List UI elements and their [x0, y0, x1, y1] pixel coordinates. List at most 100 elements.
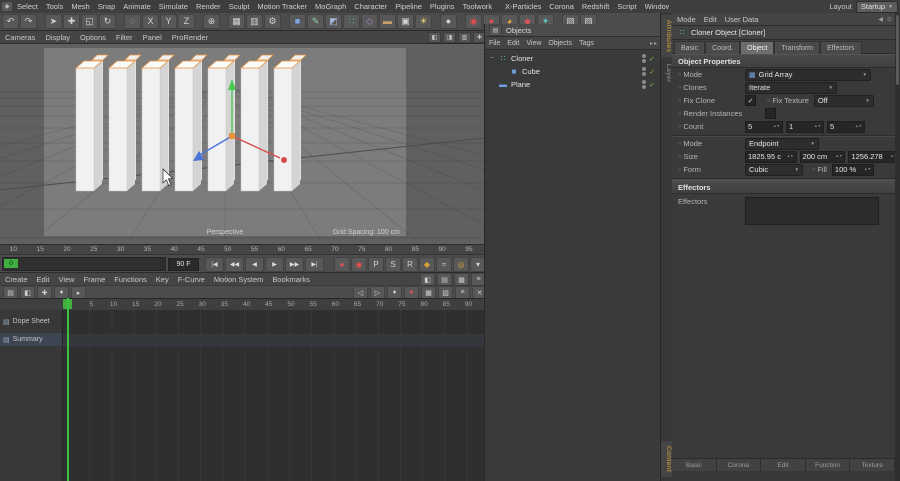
form-dropdown[interactable]: Cubic▼ [745, 164, 803, 176]
count-x-field[interactable]: 5▲▼ [745, 121, 783, 133]
frame-slider[interactable]: 0 [2, 257, 166, 271]
render-view-icon[interactable]: ▦ [228, 14, 245, 29]
render-instances-checkbox[interactable] [765, 108, 776, 119]
visibility-dots[interactable] [642, 80, 646, 89]
viewport-menu-item[interactable]: Display [45, 33, 70, 42]
redo-icon[interactable]: ↷ [20, 14, 37, 29]
menubar-item[interactable]: MoGraph [311, 2, 350, 11]
timeline-menu-item[interactable]: Bookmarks [272, 275, 310, 284]
render-picture-viewer-icon[interactable]: ▥ [246, 14, 263, 29]
key-pla-toggle[interactable]: ≈ [436, 257, 452, 272]
material-icon[interactable]: ● [440, 14, 457, 29]
attr-tab-object[interactable]: Object [740, 41, 774, 54]
menubar-item[interactable]: Snap [94, 2, 120, 11]
tree-item-plane[interactable]: ▬ Plane ✓ [485, 78, 661, 91]
mograph-icon[interactable]: ∷ [343, 14, 360, 29]
prev-frame-button[interactable]: ◀ [245, 257, 264, 272]
spline-pen-icon[interactable]: ✎ [307, 14, 324, 29]
mode-dropdown[interactable]: ▦ Grid Array▼ [745, 69, 871, 81]
timeline-menu-item[interactable]: Functions [114, 275, 147, 284]
mode2-dropdown[interactable]: Endpoint▼ [745, 138, 819, 150]
object-menu-item[interactable]: View [526, 40, 541, 47]
timeline-menu-item[interactable]: View [58, 275, 74, 284]
anim-dot[interactable]: ○ [678, 141, 681, 147]
timeline-menu-item[interactable]: Motion System [214, 275, 264, 284]
track-summary[interactable]: ▤ Summary [0, 333, 62, 346]
timeline-menu-item[interactable]: Frame [84, 275, 106, 284]
play-button[interactable]: ▶ [265, 257, 284, 272]
menu-overflow-icon[interactable]: ▸▸ [650, 40, 658, 47]
attribute-menu-item[interactable]: User Data [725, 15, 759, 24]
autokey-button[interactable]: ◉ [351, 257, 367, 272]
menubar-item[interactable]: Redshift [578, 2, 614, 11]
undo-icon[interactable]: ↶ [2, 14, 19, 29]
menubar-item[interactable]: Window [641, 2, 669, 11]
menubar-item[interactable]: Sculpt [225, 2, 254, 11]
goto-end-button[interactable]: ▶| [305, 257, 324, 272]
timeline-menu-item[interactable]: F-Curve [178, 275, 205, 284]
section-effectors[interactable]: Effectors [672, 180, 900, 194]
viewport-menu-item[interactable]: Panel [143, 33, 162, 42]
floor-icon[interactable]: ▬ [379, 14, 396, 29]
tree-item-cloner[interactable]: − ∷ Cloner ✓ [485, 52, 661, 65]
scrollbar-thumb[interactable] [896, 15, 899, 85]
view-split-icon[interactable]: ◨ [443, 32, 456, 43]
bottom-tab[interactable]: Corona [717, 459, 762, 471]
scale-icon[interactable]: ◱ [81, 14, 98, 29]
viewport-menu-item[interactable]: Options [80, 33, 106, 42]
subdivision-surface-icon[interactable]: ◩ [325, 14, 342, 29]
anim-dot[interactable]: ○ [812, 167, 815, 173]
next-frame-button[interactable]: ▶▶ [285, 257, 304, 272]
side-tab-content[interactable]: Content [661, 441, 672, 477]
enable-check-icon[interactable]: ✓ [649, 81, 655, 89]
menubar-item[interactable]: Pipeline [391, 2, 426, 11]
anim-dot[interactable]: ○ [678, 85, 681, 91]
anim-dot[interactable]: ○ [678, 167, 681, 173]
deformer-icon[interactable]: ◇ [361, 14, 378, 29]
menubar-item[interactable]: Tools [42, 2, 68, 11]
menubar-item[interactable]: Animate [119, 2, 155, 11]
side-tab-layer[interactable]: Layer [661, 59, 672, 88]
anim-dot[interactable]: ○ [678, 98, 681, 104]
key-position-toggle[interactable]: P [368, 257, 384, 272]
light-icon[interactable]: ☀ [415, 14, 432, 29]
lock-y-icon[interactable]: Y [160, 14, 177, 29]
size-y-field[interactable]: 200 cm▲▼ [800, 151, 846, 163]
menubar-item[interactable]: Motion Tracker [253, 2, 311, 11]
viewport-menu-item[interactable]: ProRender [172, 33, 208, 42]
attr-tab-effectors[interactable]: Effectors [820, 41, 862, 54]
coord-system-icon[interactable]: ⊕ [203, 14, 220, 29]
history-back-icon[interactable]: ◀ [878, 16, 883, 23]
object-menu-item[interactable]: Objects [548, 40, 572, 47]
menubar-item[interactable]: RealFlow [496, 2, 499, 11]
menubar-item[interactable]: Mesh [67, 2, 93, 11]
attr-tab-transform[interactable]: Transform [774, 41, 820, 54]
fix-texture-dropdown[interactable]: Off▼ [814, 95, 874, 107]
playhead-line[interactable] [67, 298, 69, 481]
rotate-icon[interactable]: ↻ [99, 14, 116, 29]
app-logo-icon[interactable]: ◆ [2, 2, 12, 11]
live-selection-icon[interactable]: ➤ [45, 14, 62, 29]
bottom-tab[interactable]: Basic [672, 459, 717, 471]
menubar-item[interactable]: Simulate [155, 2, 192, 11]
viewport[interactable]: Perspective Grid Spacing: 100 cm [0, 44, 484, 244]
anim-dot[interactable]: ○ [678, 124, 681, 130]
anim-dot[interactable]: ○ [678, 154, 681, 160]
menubar-item[interactable]: X-Particles [501, 2, 545, 11]
attribute-menu-item[interactable]: Mode [677, 15, 696, 24]
menubar-item[interactable]: Script [613, 2, 640, 11]
attribute-menu-item[interactable]: Edit [704, 15, 717, 24]
xparticles-icon[interactable]: ◉ [465, 14, 482, 29]
anim-dot[interactable]: ○ [767, 98, 770, 104]
layout-dropdown[interactable]: Startup▼ [856, 1, 898, 13]
record-button[interactable]: ● [334, 257, 350, 272]
object-menu-item[interactable]: Edit [507, 40, 519, 47]
move-icon[interactable]: ✚ [63, 14, 80, 29]
object-menu-item[interactable]: Tags [579, 40, 594, 47]
visibility-dots[interactable] [642, 67, 646, 76]
anim-dot[interactable]: ○ [678, 111, 681, 117]
attr-tab-coord[interactable]: Coord. [705, 41, 740, 54]
lock-x-icon[interactable]: X [142, 14, 159, 29]
side-tab-attributes[interactable]: Attributes [661, 15, 672, 57]
viewport-canvas[interactable]: Perspective Grid Spacing: 100 cm [0, 44, 484, 244]
